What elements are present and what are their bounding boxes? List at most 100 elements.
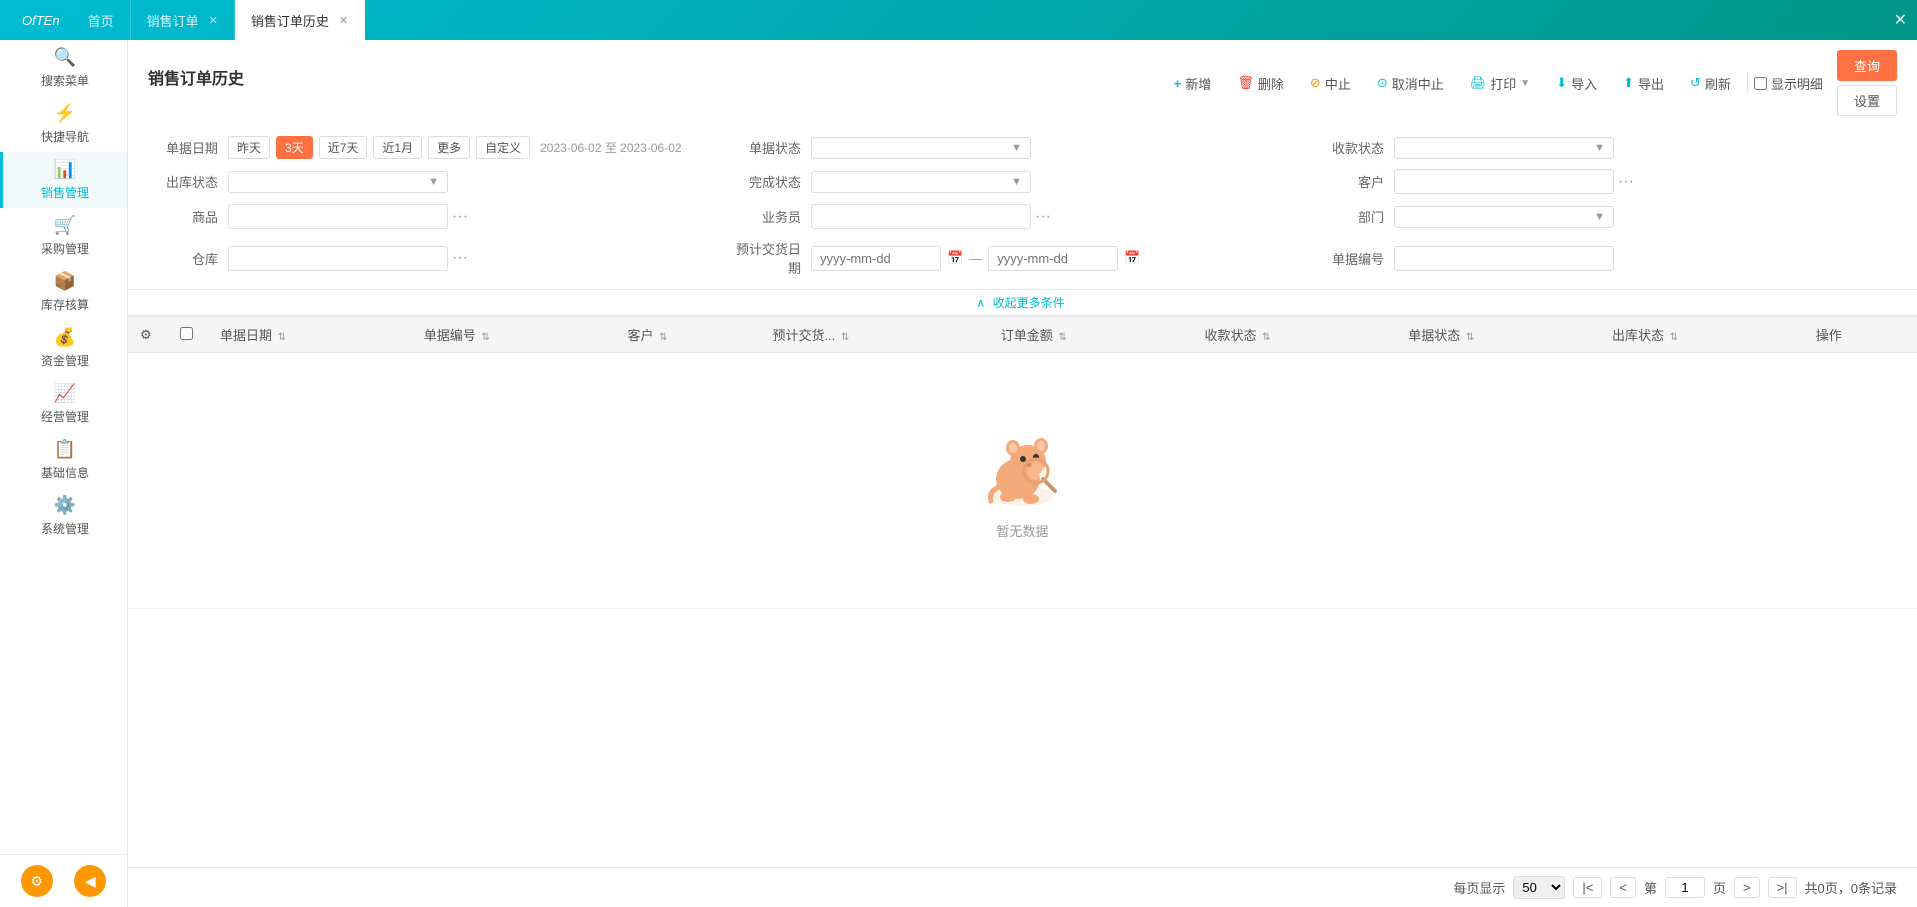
expected-date-range: 📅 — 📅: [811, 246, 1140, 271]
export-label: 导出: [1638, 74, 1664, 93]
dept-select[interactable]: ▼: [1394, 206, 1614, 228]
calendar-start-icon[interactable]: 📅: [947, 250, 963, 266]
table-container: ⚙ 单据日期 ⇅ 单据编号 ⇅: [128, 317, 1917, 867]
date-btn-today[interactable]: 昨天: [228, 136, 270, 159]
sort-doc-date-icon[interactable]: ⇅: [278, 332, 286, 343]
stop-button[interactable]: ⊘ 中止: [1300, 70, 1361, 97]
tab-sales-order[interactable]: 销售订单 ✕: [131, 0, 235, 40]
calendar-end-icon[interactable]: 📅: [1124, 250, 1140, 266]
warehouse-dots[interactable]: ···: [452, 249, 468, 267]
sort-expected-date-icon[interactable]: ⇅: [841, 332, 849, 343]
sidebar-item-inventory[interactable]: 📦 库存核算: [0, 264, 127, 320]
prev-page-btn[interactable]: <: [1610, 877, 1636, 898]
sidebar-item-base-info[interactable]: 📋 基础信息: [0, 432, 127, 488]
display-detail-checkbox-group[interactable]: 显示明细: [1754, 74, 1823, 93]
select-all-checkbox[interactable]: [180, 327, 193, 340]
export-button[interactable]: ⬆ 导出: [1613, 70, 1674, 97]
new-button[interactable]: + 新增: [1164, 70, 1222, 97]
sort-doc-status-icon[interactable]: ⇅: [1466, 332, 1474, 343]
salesperson-input[interactable]: [811, 204, 1031, 229]
filter-cell-doc-number: 单据编号: [1314, 246, 1897, 271]
th-doc-status-label: 单据状态: [1408, 328, 1460, 343]
sidebar-collapse-btn[interactable]: ◀: [74, 865, 106, 897]
product-dots[interactable]: ···: [452, 208, 468, 226]
date-btn-1month[interactable]: 近1月: [373, 136, 422, 159]
customer-input[interactable]: [1394, 169, 1614, 194]
refresh-label: 刷新: [1705, 74, 1731, 93]
filter-row-1: 单据日期 昨天 3天 近7天 近1月 更多 自定义 2023-06-02 至 2…: [148, 136, 1897, 159]
sort-warehouse-status-icon[interactable]: ⇅: [1670, 332, 1678, 343]
sales-mgmt-icon: 📊: [54, 159, 76, 180]
page-go-label: 第: [1644, 878, 1657, 897]
doc-number-input[interactable]: [1394, 246, 1614, 271]
tab-sales-order-history-close[interactable]: ✕: [339, 14, 348, 27]
cancel-stop-button[interactable]: ⊙ 取消中止: [1367, 70, 1454, 97]
th-doc-number: 单据编号 ⇅: [412, 317, 616, 353]
sidebar-item-finance-label: 资金管理: [41, 352, 89, 369]
sidebar-settings-btn[interactable]: ⚙: [21, 865, 53, 897]
tab-home[interactable]: 首页: [72, 0, 131, 40]
sort-order-amount-icon[interactable]: ⇅: [1058, 332, 1066, 343]
sidebar-item-quick-nav[interactable]: ⚡ 快捷导航: [0, 96, 127, 152]
warehouse-input[interactable]: [228, 246, 448, 271]
toolbar-divider: [1747, 73, 1748, 93]
payment-status-arrow: ▼: [1594, 142, 1605, 154]
salesperson-dots[interactable]: ···: [1035, 208, 1051, 226]
page-label: 页: [1713, 878, 1726, 897]
sidebar-item-search-menu[interactable]: 🔍 搜索菜单: [0, 40, 127, 96]
sidebar-item-sales-mgmt[interactable]: 📊 销售管理: [0, 152, 127, 208]
expected-date-end[interactable]: [988, 246, 1118, 271]
date-btn-3days[interactable]: 3天: [276, 136, 313, 159]
sidebar-item-finance[interactable]: 💰 资金管理: [0, 320, 127, 376]
sort-doc-number-icon[interactable]: ⇅: [481, 332, 489, 343]
last-page-btn[interactable]: >|: [1768, 877, 1797, 898]
date-btn-7days[interactable]: 近7天: [319, 136, 368, 159]
payment-status-select[interactable]: ▼: [1394, 137, 1614, 159]
date-btn-more[interactable]: 更多: [428, 136, 470, 159]
filter-cell-dept: 部门 ▼: [1314, 206, 1897, 228]
page-number-input[interactable]: [1665, 877, 1705, 898]
date-btn-custom[interactable]: 自定义: [476, 136, 530, 159]
sidebar-item-operation[interactable]: 📈 经营管理: [0, 376, 127, 432]
query-button[interactable]: 查询: [1837, 50, 1897, 81]
print-button[interactable]: 🖨 打印 ▼: [1460, 70, 1540, 97]
import-button[interactable]: ⬇ 导入: [1546, 70, 1607, 97]
complete-status-select[interactable]: ▼: [811, 171, 1031, 193]
sidebar-item-system-mgmt[interactable]: ⚙️ 系统管理: [0, 488, 127, 544]
th-order-amount-label: 订单金额: [1001, 328, 1053, 343]
settings-button[interactable]: 设置: [1837, 85, 1897, 116]
import-label: 导入: [1571, 74, 1597, 93]
tab-sales-order-close[interactable]: ✕: [209, 14, 218, 27]
quick-nav-icon: ⚡: [54, 103, 76, 124]
pagination-bar: 每页显示 50 10 20 100 |< < 第 页 > >| 共0页，0条记录: [128, 867, 1917, 907]
date-label: 单据日期: [148, 138, 228, 157]
import-icon: ⬇: [1556, 75, 1567, 91]
settings-icon[interactable]: ⚙: [140, 327, 152, 342]
expected-date-start[interactable]: [811, 246, 941, 271]
doc-status-select[interactable]: ▼: [811, 137, 1031, 159]
collapse-bar[interactable]: ∧ 收起更多条件: [128, 290, 1917, 316]
sort-customer-icon[interactable]: ⇅: [659, 332, 667, 343]
th-customer: 客户 ⇅: [616, 317, 761, 353]
window-close-icon[interactable]: ✕: [1894, 10, 1907, 30]
warehouse-status-select[interactable]: ▼: [228, 171, 448, 193]
page-title: 销售订单历史: [148, 65, 244, 89]
sidebar-item-purchase-mgmt[interactable]: 🛒 采购管理: [0, 208, 127, 264]
tab-sales-order-history[interactable]: 销售订单历史 ✕: [235, 0, 365, 40]
first-page-btn[interactable]: |<: [1573, 877, 1602, 898]
delete-button[interactable]: 🗑 删除: [1227, 70, 1294, 97]
empty-state: 暂无数据: [140, 361, 1905, 600]
product-input[interactable]: [228, 204, 448, 229]
complete-status-arrow: ▼: [1011, 176, 1022, 188]
date-options-group: 昨天 3天 近7天 近1月 更多 自定义 2023-06-02 至 2023-0…: [228, 136, 731, 159]
customer-dots[interactable]: ···: [1618, 173, 1634, 191]
tab-sales-order-history-label: 销售订单历史: [251, 11, 329, 30]
page-size-select[interactable]: 50 10 20 100: [1513, 876, 1565, 899]
display-detail-checkbox[interactable]: [1754, 77, 1767, 90]
brand-text: OfTEn: [22, 13, 60, 28]
sort-payment-status-icon[interactable]: ⇅: [1262, 332, 1270, 343]
filter-cell-expected-date: 预计交货日期 📅 — 📅: [731, 239, 1314, 277]
refresh-button[interactable]: ↺ 刷新: [1680, 70, 1741, 97]
next-page-btn[interactable]: >: [1734, 877, 1760, 898]
th-expected-date-label: 预计交货...: [772, 328, 835, 343]
